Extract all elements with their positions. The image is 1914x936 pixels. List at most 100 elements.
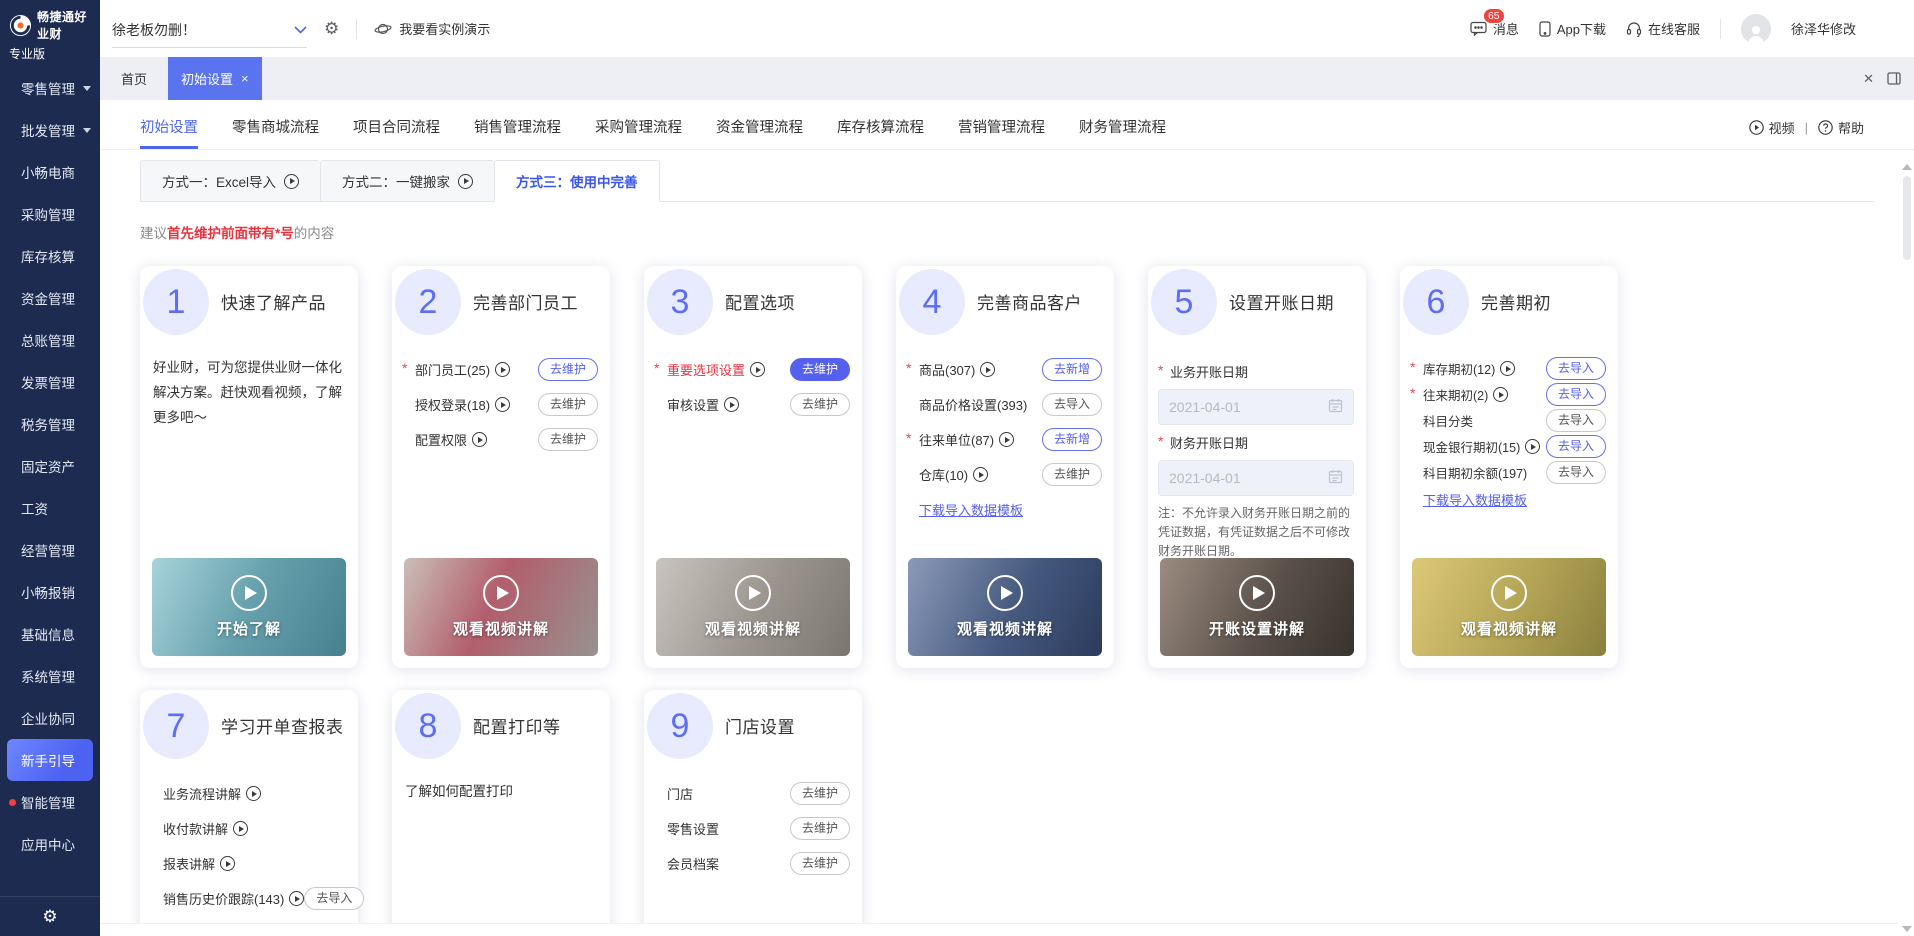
sidebar-item[interactable]: 基础信息 [0, 613, 100, 655]
sidebar-item[interactable]: 税务管理 [0, 403, 100, 445]
avatar[interactable] [1740, 13, 1771, 44]
sidebar-item[interactable]: 总账管理 [0, 319, 100, 361]
sidebar-item[interactable]: 智能管理 [0, 781, 100, 823]
scrollbar-thumb[interactable] [1902, 176, 1911, 260]
flow-tab[interactable]: 项目合同流程 [353, 116, 440, 149]
account-dropdown[interactable]: 徐老板勿删！ [112, 20, 307, 48]
video-thumbnail[interactable]: 开账设置讲解 [1160, 558, 1354, 656]
sidebar-item[interactable]: 经营管理 [0, 529, 100, 571]
play-icon[interactable] [495, 397, 511, 412]
video-label: 视频 [1768, 121, 1795, 136]
play-icon[interactable] [246, 786, 262, 801]
play-icon[interactable] [724, 397, 740, 412]
sidebar-item[interactable]: 批发管理 [0, 109, 100, 151]
online-service-button[interactable]: 在线客服 [1626, 19, 1700, 38]
play-icon[interactable] [220, 856, 236, 871]
sidebar-item[interactable]: 发票管理 [0, 361, 100, 403]
play-icon[interactable] [999, 432, 1015, 447]
method-tab[interactable]: 方式一：Excel导入 [140, 160, 321, 201]
go-maintain-button[interactable]: 去维护 [789, 851, 850, 876]
tab-list-icon[interactable] [1887, 72, 1901, 85]
flow-tab[interactable]: 营销管理流程 [958, 116, 1045, 149]
sidebar-item[interactable]: 系统管理 [0, 655, 100, 697]
play-icon[interactable] [1500, 361, 1516, 376]
tab-home[interactable]: 首页 [100, 57, 168, 100]
go-import-button[interactable]: 去导入 [1545, 460, 1606, 485]
go-import-button[interactable]: 去导入 [1041, 392, 1102, 417]
tab-initial-setup[interactable]: 初始设置 × [168, 57, 262, 100]
scroll-down-icon[interactable] [1901, 926, 1912, 932]
app-download-button[interactable]: App下载 [1539, 19, 1606, 38]
sidebar-item[interactable]: 零售管理 [0, 67, 100, 109]
horizontal-scrollbar[interactable] [100, 923, 1898, 936]
go-maintain-button[interactable]: 去维护 [537, 427, 598, 452]
play-icon[interactable] [233, 821, 249, 836]
flow-tab[interactable]: 销售管理流程 [474, 116, 561, 149]
method-tab[interactable]: 方式三：使用中完善 [494, 160, 660, 202]
play-icon[interactable] [495, 362, 511, 377]
sidebar-item[interactable]: 工资 [0, 487, 100, 529]
go-maintain-button[interactable]: 去维护 [789, 392, 850, 417]
gear-icon[interactable]: ⚙ [324, 19, 339, 39]
go-maintain-button[interactable]: 去维护 [1041, 462, 1102, 487]
sidebar-item-label: 库存核算 [21, 250, 75, 265]
method-tab[interactable]: 方式二：一键搬家 [320, 160, 495, 201]
sidebar-item[interactable]: 小畅电商 [0, 151, 100, 193]
flow-tab[interactable]: 零售商城流程 [232, 116, 319, 149]
play-icon[interactable] [284, 173, 300, 189]
date-input[interactable]: 2021-04-01 [1158, 389, 1354, 425]
username[interactable]: 徐泽华修改 [1791, 19, 1856, 38]
go-import-button[interactable]: 去导入 [1545, 356, 1606, 381]
flow-tab[interactable]: 库存核算流程 [837, 116, 924, 149]
play-icon[interactable] [1525, 439, 1541, 454]
video-thumbnail[interactable]: 观看视频讲解 [656, 558, 850, 656]
go-maintain-button[interactable]: 去维护 [789, 357, 850, 382]
flow-tab[interactable]: 资金管理流程 [716, 116, 803, 149]
help-button[interactable]: 帮助 [1818, 118, 1864, 137]
flow-tab[interactable]: 初始设置 [140, 116, 198, 149]
messages-button[interactable]: 消息 65 [1470, 8, 1519, 38]
sidebar-item[interactable]: 小畅报销 [0, 571, 100, 613]
play-icon[interactable] [458, 173, 474, 189]
vertical-scrollbar[interactable] [1900, 164, 1913, 932]
sidebar-item[interactable]: 固定资产 [0, 445, 100, 487]
sidebar-item[interactable]: 新手引导 [7, 739, 93, 781]
video-thumbnail[interactable]: 开始了解 [152, 558, 346, 656]
card-row: * 往来期初(2) 去导入 [1410, 382, 1606, 407]
flow-tab[interactable]: 采购管理流程 [595, 116, 682, 149]
sidebar-item[interactable]: 企业协同 [0, 697, 100, 739]
go-add-button[interactable]: 去新增 [1041, 427, 1102, 452]
go-maintain-button[interactable]: 去维护 [789, 781, 850, 806]
go-maintain-button[interactable]: 去维护 [537, 392, 598, 417]
sidebar-item[interactable]: 应用中心 [0, 823, 100, 865]
scroll-up-icon[interactable] [1901, 164, 1912, 170]
play-icon[interactable] [750, 362, 766, 377]
video-thumbnail[interactable]: 观看视频讲解 [404, 558, 598, 656]
download-template-link[interactable]: 下载导入数据模板 [1423, 490, 1527, 509]
video-thumbnail[interactable]: 观看视频讲解 [908, 558, 1102, 656]
flow-tab[interactable]: 财务管理流程 [1079, 116, 1166, 149]
go-add-button[interactable]: 去新增 [1041, 357, 1102, 382]
play-icon[interactable] [1493, 387, 1509, 402]
sidebar-item[interactable]: 资金管理 [0, 277, 100, 319]
video-button[interactable]: 视频 [1748, 118, 1795, 137]
video-thumbnail[interactable]: 观看视频讲解 [1412, 558, 1606, 656]
download-template-link[interactable]: 下载导入数据模板 [919, 500, 1023, 519]
go-import-button[interactable]: 去导入 [1545, 382, 1606, 407]
go-import-button[interactable]: 去导入 [304, 886, 365, 911]
go-maintain-button[interactable]: 去维护 [537, 357, 598, 382]
sidebar-item[interactable]: 采购管理 [0, 193, 100, 235]
go-maintain-button[interactable]: 去维护 [789, 816, 850, 841]
play-icon[interactable] [289, 891, 305, 906]
sidebar-settings-button[interactable]: ⚙ [0, 896, 100, 936]
sidebar-item[interactable]: 库存核算 [0, 235, 100, 277]
close-tab-icon[interactable]: × [241, 71, 249, 86]
play-icon[interactable] [472, 432, 488, 447]
play-icon[interactable] [973, 467, 989, 482]
date-input[interactable]: 2021-04-01 [1158, 460, 1354, 496]
demo-link[interactable]: 我要看实例演示 [374, 19, 490, 38]
play-icon[interactable] [980, 362, 996, 377]
go-import-button[interactable]: 去导入 [1545, 408, 1606, 433]
close-all-tabs-icon[interactable]: ✕ [1863, 71, 1874, 87]
go-import-button[interactable]: 去导入 [1545, 434, 1606, 459]
